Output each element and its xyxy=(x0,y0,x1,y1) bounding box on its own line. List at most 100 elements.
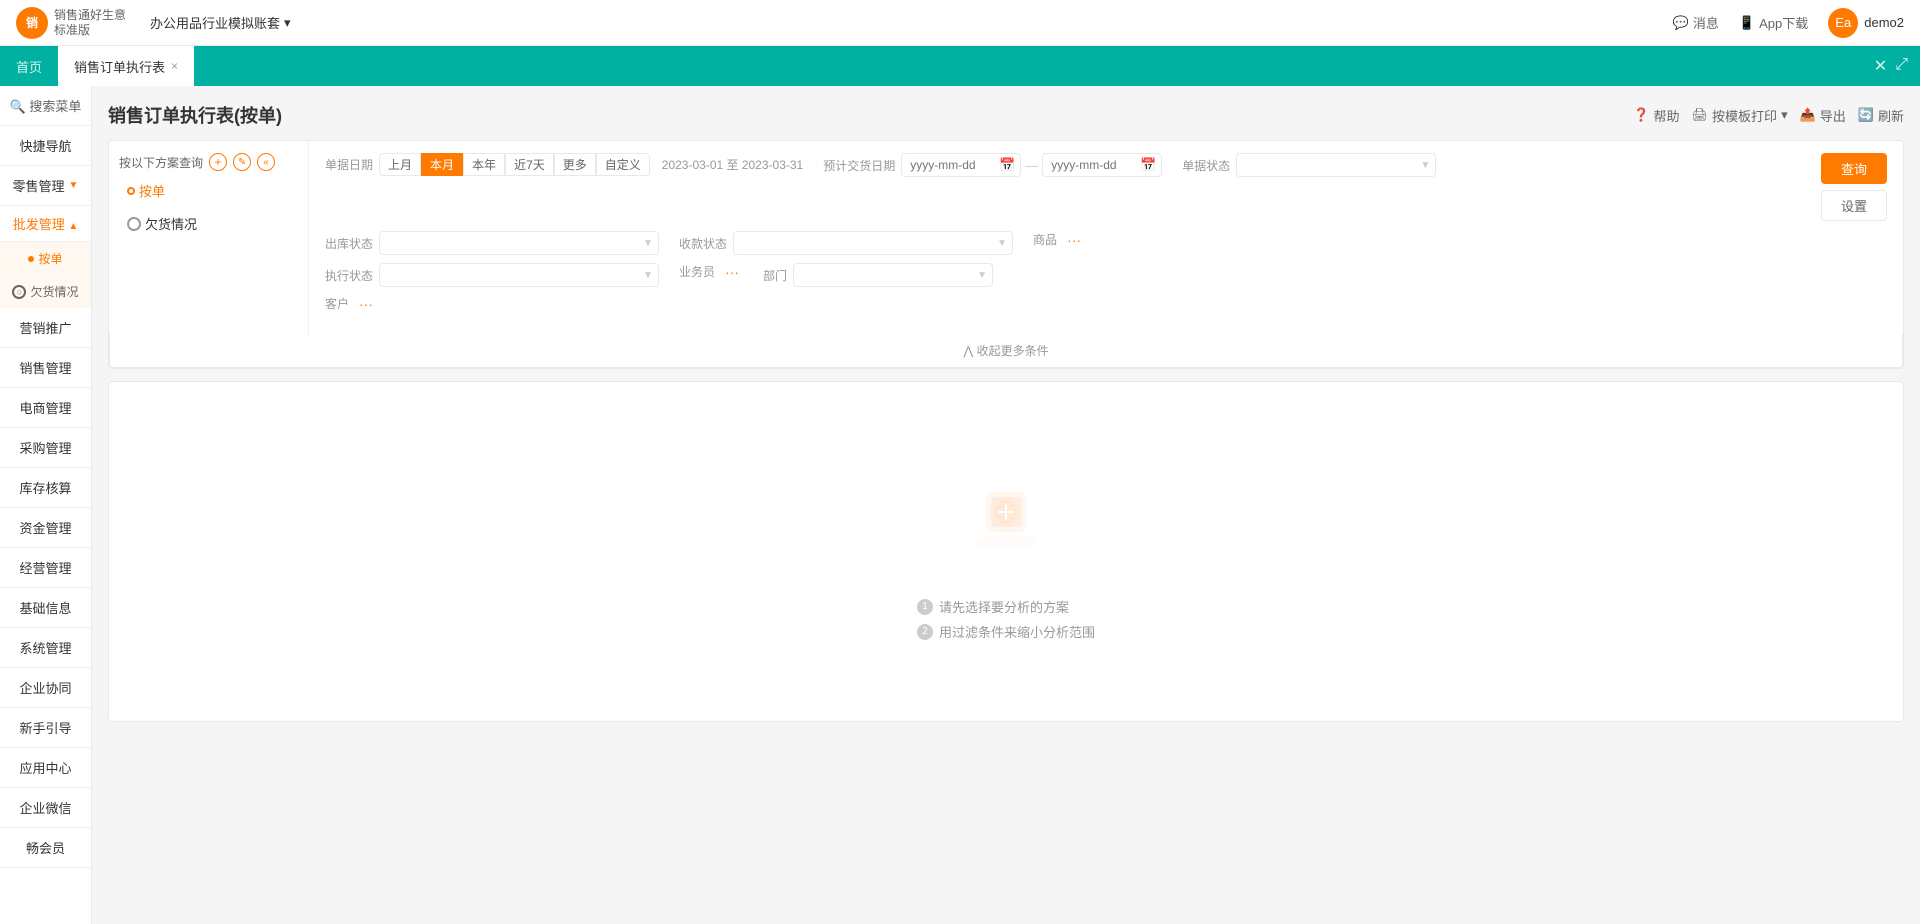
date-btn-more[interactable]: 更多 xyxy=(554,153,596,176)
message-action[interactable]: 💬 消息 xyxy=(1673,13,1719,32)
export-button[interactable]: 📤 导出 xyxy=(1800,106,1846,125)
collapse-label: 收起更多条件 xyxy=(977,344,1049,358)
sidebar-item-system[interactable]: 系统管理 xyxy=(0,628,91,668)
exec-status-select[interactable] xyxy=(379,263,659,287)
date-field-group: 单据日期 上月 本月 本年 近7天 更多 自定义 2023-03-01 至 20… xyxy=(325,153,803,176)
print-icon: 🖨 xyxy=(1692,107,1709,123)
scheme-item-by-order[interactable]: 按单 xyxy=(119,177,298,204)
date-btn-this-year[interactable]: 本年 xyxy=(463,153,505,176)
scheme-circle-icon xyxy=(127,217,141,231)
sidebar-item-quick-nav[interactable]: 快捷导航 xyxy=(0,126,91,166)
empty-tips: 1 请先选择要分析的方案 2 用过滤条件来缩小分析范围 xyxy=(917,597,1095,641)
help-icon: ❓ xyxy=(1633,107,1649,123)
shipment-status-select[interactable] xyxy=(379,231,659,255)
sidebar-search[interactable]: 🔍 搜索菜单 xyxy=(0,86,91,126)
logo-text: 销售通好生意 标准版 xyxy=(54,8,126,37)
department-select[interactable] xyxy=(793,263,993,287)
sidebar-item-operations[interactable]: 经营管理 xyxy=(0,548,91,588)
sidebar-item-ecommerce[interactable]: 电商管理 xyxy=(0,388,91,428)
date-btn-last-month[interactable]: 上月 xyxy=(379,153,421,176)
sidebar-item-wholesale[interactable]: 批发管理 ▲ xyxy=(0,206,91,242)
date-separator: — xyxy=(1025,158,1038,173)
sidebar: 🔍 搜索菜单 快捷导航 零售管理 批发管理 ▲ 按单 ○ 欠货情况 营销推广 销… xyxy=(0,86,92,924)
app-download-action[interactable]: 📱 App下载 xyxy=(1739,13,1808,32)
date-range-text: 2023-03-01 至 2023-03-31 xyxy=(662,156,803,173)
logo-icon: 销 xyxy=(16,7,48,39)
sidebar-sub-item-shortage[interactable]: ○ 欠货情况 xyxy=(0,275,91,308)
salesperson-field: 业务员 ··· xyxy=(679,263,743,280)
salesperson-select-icon[interactable]: ··· xyxy=(721,264,743,280)
filter-scheme-header: 按以下方案查询 + ✎ « xyxy=(119,153,298,171)
collection-status-select[interactable] xyxy=(733,231,1013,255)
sidebar-item-basic-info[interactable]: 基础信息 xyxy=(0,588,91,628)
nav-tab-actions: ✕ ⤢ xyxy=(1874,56,1920,76)
export-icon: 📤 xyxy=(1800,107,1816,123)
date-btn-this-month[interactable]: 本月 xyxy=(421,153,463,176)
filter-scheme-col: 按以下方案查询 + ✎ « 按单 欠货情况 xyxy=(109,141,309,334)
empty-tip-2: 2 用过滤条件来缩小分析范围 xyxy=(917,622,1095,641)
sidebar-item-marketing[interactable]: 营销推广 xyxy=(0,308,91,348)
add-scheme-button[interactable]: + xyxy=(209,153,227,171)
sidebar-item-newbie[interactable]: 新手引导 xyxy=(0,708,91,748)
doc-status-select[interactable] xyxy=(1236,153,1436,177)
tab-sales-order-exec[interactable]: 销售订单执行表 × xyxy=(58,46,194,86)
shipment-status-field: 出库状态 ▼ xyxy=(325,231,659,255)
empty-illustration xyxy=(956,462,1056,581)
sidebar-item-retail[interactable]: 零售管理 xyxy=(0,166,91,206)
collapse-bar[interactable]: ⋀ 收起更多条件 xyxy=(109,334,1903,368)
tab-close-icon[interactable]: × xyxy=(171,59,178,73)
sidebar-sub-menu: 按单 ○ 欠货情况 xyxy=(0,242,91,308)
expected-date-end-input[interactable] xyxy=(1042,153,1162,177)
scheme-active-dot xyxy=(127,187,135,195)
sidebar-item-wechat[interactable]: 企业微信 xyxy=(0,788,91,828)
query-button[interactable]: 查询 xyxy=(1821,153,1887,184)
customer-select-icon[interactable]: ··· xyxy=(355,296,377,312)
breadcrumb-text: 办公用品行业模拟账套 xyxy=(150,13,280,32)
print-dropdown-icon: ▾ xyxy=(1781,107,1788,123)
breadcrumb-dropdown-icon[interactable]: ▾ xyxy=(284,15,291,31)
user-area[interactable]: Ea demo2 xyxy=(1828,8,1904,38)
top-bar: 销 销售通好生意 标准版 办公用品行业模拟账套 ▾ 💬 消息 📱 App下载 E… xyxy=(0,0,1920,46)
sidebar-item-purchase[interactable]: 采购管理 xyxy=(0,428,91,468)
sidebar-item-app-center[interactable]: 应用中心 xyxy=(0,748,91,788)
app-icon: 📱 xyxy=(1739,15,1755,31)
department-label: 部门 xyxy=(763,267,787,284)
empty-tip-1: 1 请先选择要分析的方案 xyxy=(917,597,1095,616)
refresh-button[interactable]: 🔄 刷新 xyxy=(1858,106,1904,125)
collection-status-select-wrapper: ▼ xyxy=(733,231,1013,255)
exec-status-label: 执行状态 xyxy=(325,267,373,284)
window-close-icon[interactable]: ✕ xyxy=(1874,56,1887,76)
refresh-icon: 🔄 xyxy=(1858,107,1874,123)
expected-date-label: 预计交货日期 xyxy=(823,157,895,174)
window-expand-icon[interactable]: ⤢ xyxy=(1895,56,1908,76)
sidebar-item-member[interactable]: 畅会员 xyxy=(0,828,91,868)
tab-home[interactable]: 首页 xyxy=(0,46,58,86)
circle-icon: ○ xyxy=(12,285,26,299)
edit-scheme-button[interactable]: ✎ xyxy=(233,153,251,171)
nav-tabs: 首页 销售订单执行表 × ✕ ⤢ xyxy=(0,46,1920,86)
date-btn-7days[interactable]: 近7天 xyxy=(505,153,554,176)
date-btn-custom[interactable]: 自定义 xyxy=(596,153,650,176)
expected-date-start-wrapper: 📅 xyxy=(901,153,1021,177)
date-filter-btns: 上月 本月 本年 近7天 更多 自定义 xyxy=(379,153,650,176)
scheme-item-shortage[interactable]: 欠货情况 xyxy=(119,210,298,237)
sidebar-item-finance[interactable]: 资金管理 xyxy=(0,508,91,548)
doc-status-label: 单据状态 xyxy=(1182,157,1230,174)
print-button[interactable]: 🖨 按模板打印 ▾ xyxy=(1692,106,1788,125)
collapse-scheme-button[interactable]: « xyxy=(257,153,275,171)
sidebar-item-enterprise[interactable]: 企业协同 xyxy=(0,668,91,708)
filter-row-4: 客户 ··· xyxy=(325,295,1887,312)
filter-area: 按以下方案查询 + ✎ « 按单 欠货情况 xyxy=(108,140,1904,369)
help-button[interactable]: ❓ 帮助 xyxy=(1633,106,1679,125)
expected-date-start-input[interactable] xyxy=(901,153,1021,177)
tip-num-1: 1 xyxy=(917,599,933,615)
avatar: Ea xyxy=(1828,8,1858,38)
sidebar-item-sales[interactable]: 销售管理 xyxy=(0,348,91,388)
goods-select-icon[interactable]: ··· xyxy=(1063,232,1085,248)
page-title: 销售订单执行表(按单) xyxy=(108,102,282,128)
sidebar-item-inventory[interactable]: 库存核算 xyxy=(0,468,91,508)
goods-field: 商品 ··· xyxy=(1033,231,1085,248)
filter-main: 按以下方案查询 + ✎ « 按单 欠货情况 xyxy=(109,141,1903,334)
sidebar-sub-item-by-order[interactable]: 按单 xyxy=(0,242,91,275)
settings-button[interactable]: 设置 xyxy=(1821,190,1887,221)
